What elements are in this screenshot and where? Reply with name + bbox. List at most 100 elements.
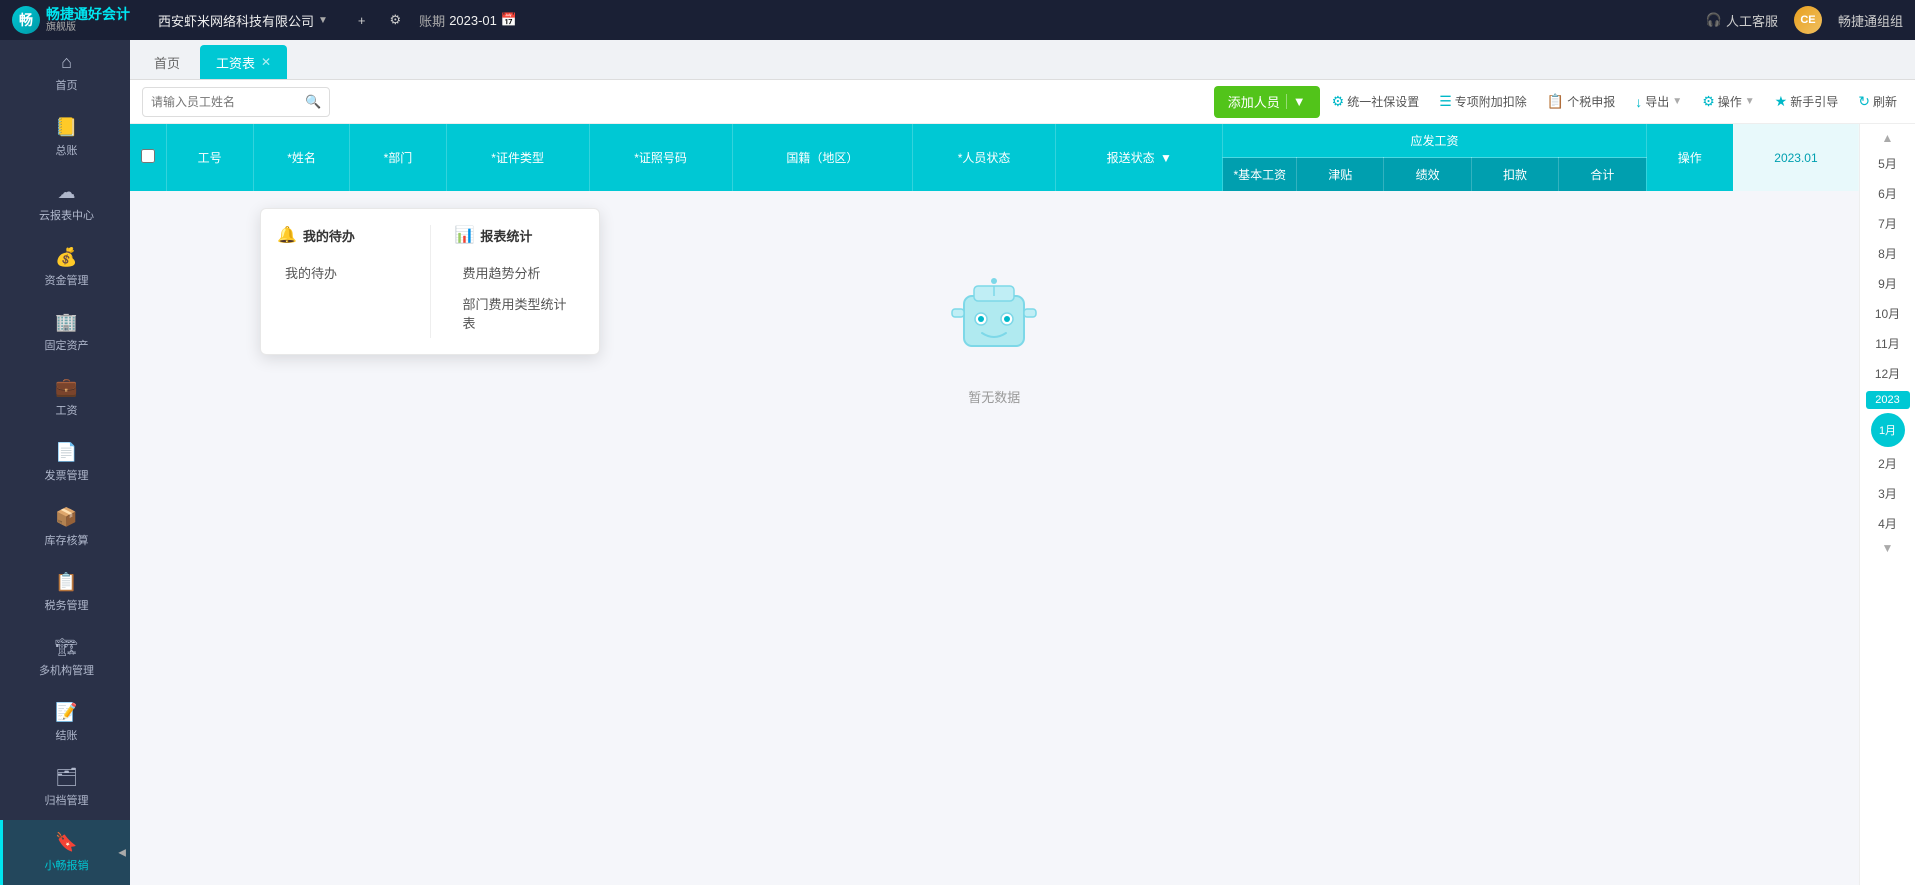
month-item-9[interactable]: 9月 — [1866, 269, 1910, 297]
top-header: 畅 畅捷通好会计 旗舰版 西安虾米网络科技有限公司 ▼ + ⚙ 账期 2023-… — [0, 0, 1915, 40]
month-item-4[interactable]: 4月 — [1866, 509, 1910, 537]
header-total: 合计 — [1559, 158, 1646, 192]
sidebar-item-tax[interactable]: 📋 税务管理 — [0, 560, 130, 625]
sidebar-item-inventory[interactable]: 📦 库存核算 — [0, 495, 130, 560]
add-person-button[interactable]: 添加人员 ▼ — [1214, 86, 1320, 118]
select-all-checkbox[interactable] — [141, 149, 155, 163]
main-layout: ⌂ 首页 📒 总账 ☁ 云报表中心 💰 资金管理 🏢 固定资产 💼 工资 📄 发… — [0, 40, 1915, 885]
sidebar-item-settlement[interactable]: 📝 结账 — [0, 690, 130, 755]
header-id-type: *证件类型 — [446, 124, 589, 191]
month-item-2[interactable]: 2月 — [1866, 449, 1910, 477]
tax-deduction-icon: ☰ — [1439, 93, 1452, 110]
header-emp-no: 工号 — [166, 124, 253, 191]
table-month-row: 工号 *姓名 *部门 *证件类型 *证照号码 国籍（地区） *人员状态 报送状态… — [130, 124, 1915, 885]
popup-divider — [430, 225, 431, 338]
tax-deduction-btn[interactable]: ☰ 专项附加扣除 — [1433, 89, 1533, 114]
sidebar-item-invoice[interactable]: 📄 发票管理 — [0, 430, 130, 495]
popup-item-expense-trend[interactable]: 费用趋势分析 — [455, 257, 584, 288]
report-filter-icon[interactable]: ▼ — [1160, 151, 1172, 165]
add-btn-arrow-icon[interactable]: ▼ — [1286, 94, 1306, 109]
sidebar-item-cloud-report[interactable]: ☁ 云报表中心 — [0, 170, 130, 235]
sidebar-item-home[interactable]: ⌂ 首页 — [0, 40, 130, 105]
sidebar-label-fixed: 固定资产 — [45, 337, 89, 353]
add-btn-label: 添加人员 — [1228, 92, 1280, 111]
tab-payroll[interactable]: 工资表 ✕ — [200, 45, 287, 79]
individual-tax-btn[interactable]: 📋 个税申报 — [1541, 89, 1621, 114]
user-initials: CE — [1800, 14, 1815, 26]
sidebar-label-cloud: 云报表中心 — [39, 207, 94, 223]
sidebar-item-fund[interactable]: 💰 资金管理 — [0, 235, 130, 300]
tax-deduction-label: 专项附加扣除 — [1455, 93, 1527, 110]
month-item-1[interactable]: 1月 — [1871, 413, 1905, 447]
invoice-icon: 📄 — [55, 442, 77, 463]
toolbar-right: 添加人员 ▼ ⚙ 统一社保设置 ☰ 专项附加扣除 📋 个税申报 — [1214, 86, 1903, 118]
month-item-3[interactable]: 3月 — [1866, 479, 1910, 507]
header-id-no: *证照号码 — [589, 124, 732, 191]
sidebar-item-multi-org[interactable]: 🏗 多机构管理 — [0, 625, 130, 690]
settings-icon: ⚙ — [390, 12, 402, 28]
logo-text: 畅捷通好会计 旗舰版 — [46, 6, 130, 35]
month-item-5[interactable]: 5月 — [1866, 149, 1910, 177]
month-item-11[interactable]: 11月 — [1866, 329, 1910, 357]
sidebar-item-payroll[interactable]: 💼 工资 — [0, 365, 130, 430]
month-panel: ▲ 5月 6月 7月 8月 9月 10月 11月 12月 2023 1月 2月 … — [1859, 124, 1915, 885]
user-name[interactable]: 畅捷通组组 — [1838, 11, 1903, 30]
sidebar-item-fixed-assets[interactable]: 🏢 固定资产 — [0, 300, 130, 365]
month-item-8[interactable]: 8月 — [1866, 239, 1910, 267]
popup-item-my-pending[interactable]: 我的待办 — [277, 257, 406, 288]
settlement-icon: 📝 — [55, 702, 77, 723]
logo-line1: 畅捷通好会计 — [46, 6, 130, 23]
company-selector[interactable]: 西安虾米网络科技有限公司 ▼ — [150, 7, 336, 34]
payroll-icon: 💼 — [55, 377, 77, 398]
sidebar-label-invoice: 发票管理 — [45, 467, 89, 483]
tab-home[interactable]: 首页 — [138, 45, 196, 79]
pending-col-icon: 🔔 — [277, 225, 297, 245]
month-item-12[interactable]: 12月 — [1866, 359, 1910, 387]
multi-org-icon: 🏗 — [55, 637, 78, 658]
header-actions: 操作 — [1646, 124, 1733, 191]
guide-btn[interactable]: ★ 新手引导 — [1769, 89, 1845, 114]
sidebar-item-archive[interactable]: 🗂 归档管理 — [0, 755, 130, 820]
refresh-label: 刷新 — [1873, 93, 1897, 110]
social-security-btn[interactable]: ⚙ 统一社保设置 — [1326, 89, 1426, 114]
month-item-6[interactable]: 6月 — [1866, 179, 1910, 207]
cloud-icon: ☁ — [58, 182, 76, 203]
sidebar-label-home: 首页 — [56, 77, 78, 93]
sidebar-label-inventory: 库存核算 — [45, 532, 89, 548]
logo-icon: 畅 — [12, 6, 40, 34]
user-avatar[interactable]: CE — [1794, 6, 1822, 34]
period-value: 2023-01 — [449, 13, 497, 28]
header-basic-salary: *基本工资 — [1223, 158, 1297, 192]
month-nav-up[interactable]: ▲ — [1874, 128, 1902, 148]
sidebar-label-payroll: 工资 — [56, 402, 78, 418]
sidebar-item-xiaochang[interactable]: 🔖 小畅报销 ◀ — [0, 820, 130, 885]
header-salary-group: 应发工资 — [1223, 124, 1646, 158]
xiaochang-icon: 🔖 — [55, 832, 77, 853]
month-item-10[interactable]: 10月 — [1866, 299, 1910, 327]
refresh-btn[interactable]: ↻ 刷新 — [1852, 89, 1903, 114]
settings-header-button[interactable]: ⚙ — [384, 9, 408, 31]
header-right-actions: 🎧 人工客服 CE 畅捷通组组 — [1706, 6, 1903, 34]
operations-label: 操作 — [1718, 93, 1742, 110]
sidebar-label-archive: 归档管理 — [45, 792, 89, 808]
month-nav-down[interactable]: ▼ — [1874, 538, 1902, 558]
operations-btn[interactable]: ⚙ 操作 ▼ — [1696, 89, 1760, 114]
calendar-icon[interactable]: 📅 — [501, 12, 517, 28]
popup-item-dept-expense[interactable]: 部门费用类型统计表 — [455, 288, 584, 338]
tab-close-icon[interactable]: ✕ — [261, 55, 271, 69]
period-label: 账期 — [419, 11, 445, 30]
expand-icon: ◀ — [118, 847, 126, 858]
company-chevron-icon: ▼ — [318, 15, 328, 26]
header-subsidy: 津贴 — [1297, 158, 1384, 192]
sidebar-label-ledger: 总账 — [56, 142, 78, 158]
guide-label: 新手引导 — [1790, 93, 1838, 110]
export-btn[interactable]: ↓ 导出 ▼ — [1629, 89, 1688, 114]
headset-icon: 🎧 — [1706, 12, 1722, 28]
month-item-7[interactable]: 7月 — [1866, 209, 1910, 237]
refresh-icon: ↻ — [1858, 93, 1870, 110]
customer-service-button[interactable]: 🎧 人工客服 — [1706, 11, 1778, 30]
sidebar-item-ledger[interactable]: 📒 总账 — [0, 105, 130, 170]
search-input[interactable] — [151, 95, 301, 109]
add-header-button[interactable]: + — [352, 10, 372, 31]
logo-line2: 旗舰版 — [46, 22, 130, 34]
